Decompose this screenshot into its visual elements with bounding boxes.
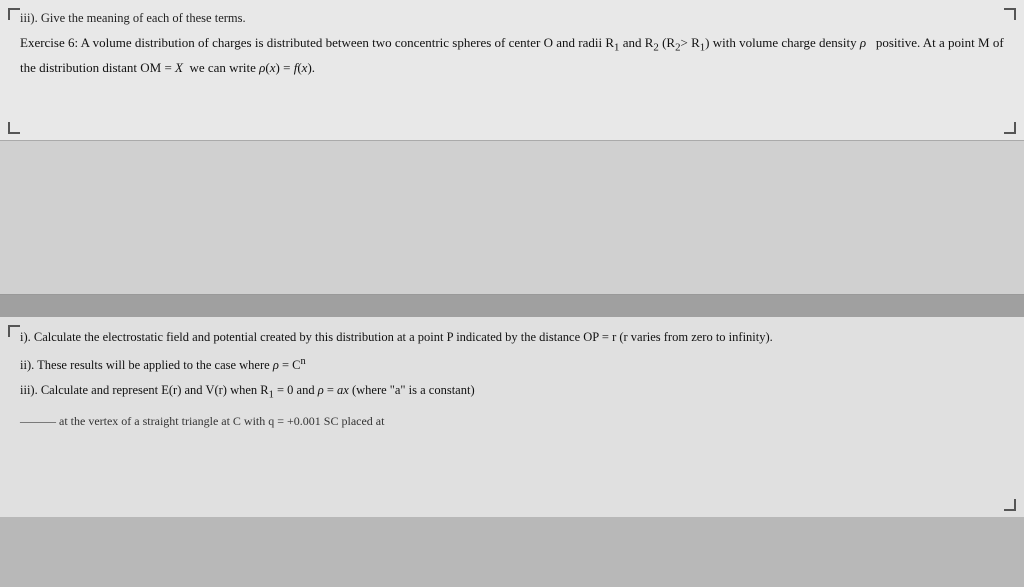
exercise-body: A volume distribution of charges is dist…	[20, 35, 1004, 75]
part-ii-text: ii). These results will be applied to th…	[20, 353, 1004, 376]
separator-bar	[0, 295, 1024, 317]
corner-mark-bottom-left	[8, 122, 20, 134]
bottom-text-block: i). Calculate the electrostatic field an…	[20, 327, 1004, 432]
page-container: iii). Give the meaning of each of these …	[0, 0, 1024, 587]
corner-mark-top-left	[8, 8, 20, 20]
part-iii-label: iii). Calculate and represent E(r) and V…	[20, 383, 475, 397]
intro-line: iii). Give the meaning of each of these …	[20, 8, 1004, 28]
exercise-title: Exercise 6:	[20, 35, 78, 50]
part-i-label: i). Calculate the electrostatic field an…	[20, 330, 773, 344]
corner-mark-top-right	[1004, 8, 1016, 20]
blank-answer-area	[0, 140, 1024, 295]
part-i-text: i). Calculate the electrostatic field an…	[20, 327, 1004, 348]
corner-mark-bottom-right	[1004, 122, 1016, 134]
top-text-block: iii). Give the meaning of each of these …	[20, 8, 1004, 79]
bottom-corner-right	[1004, 499, 1016, 511]
bottom-corner-top-left	[8, 325, 20, 337]
exercise-line: Exercise 6: A volume distribution of cha…	[20, 32, 1004, 79]
part-ii-label: ii). These results will be applied to th…	[20, 358, 306, 372]
bottom-section: i). Calculate the electrostatic field an…	[0, 317, 1024, 517]
top-section: iii). Give the meaning of each of these …	[0, 0, 1024, 140]
partial-bottom-text: ——— at the vertex of a straight triangle…	[20, 412, 1004, 432]
part-iii-text: iii). Calculate and represent E(r) and V…	[20, 380, 1004, 404]
